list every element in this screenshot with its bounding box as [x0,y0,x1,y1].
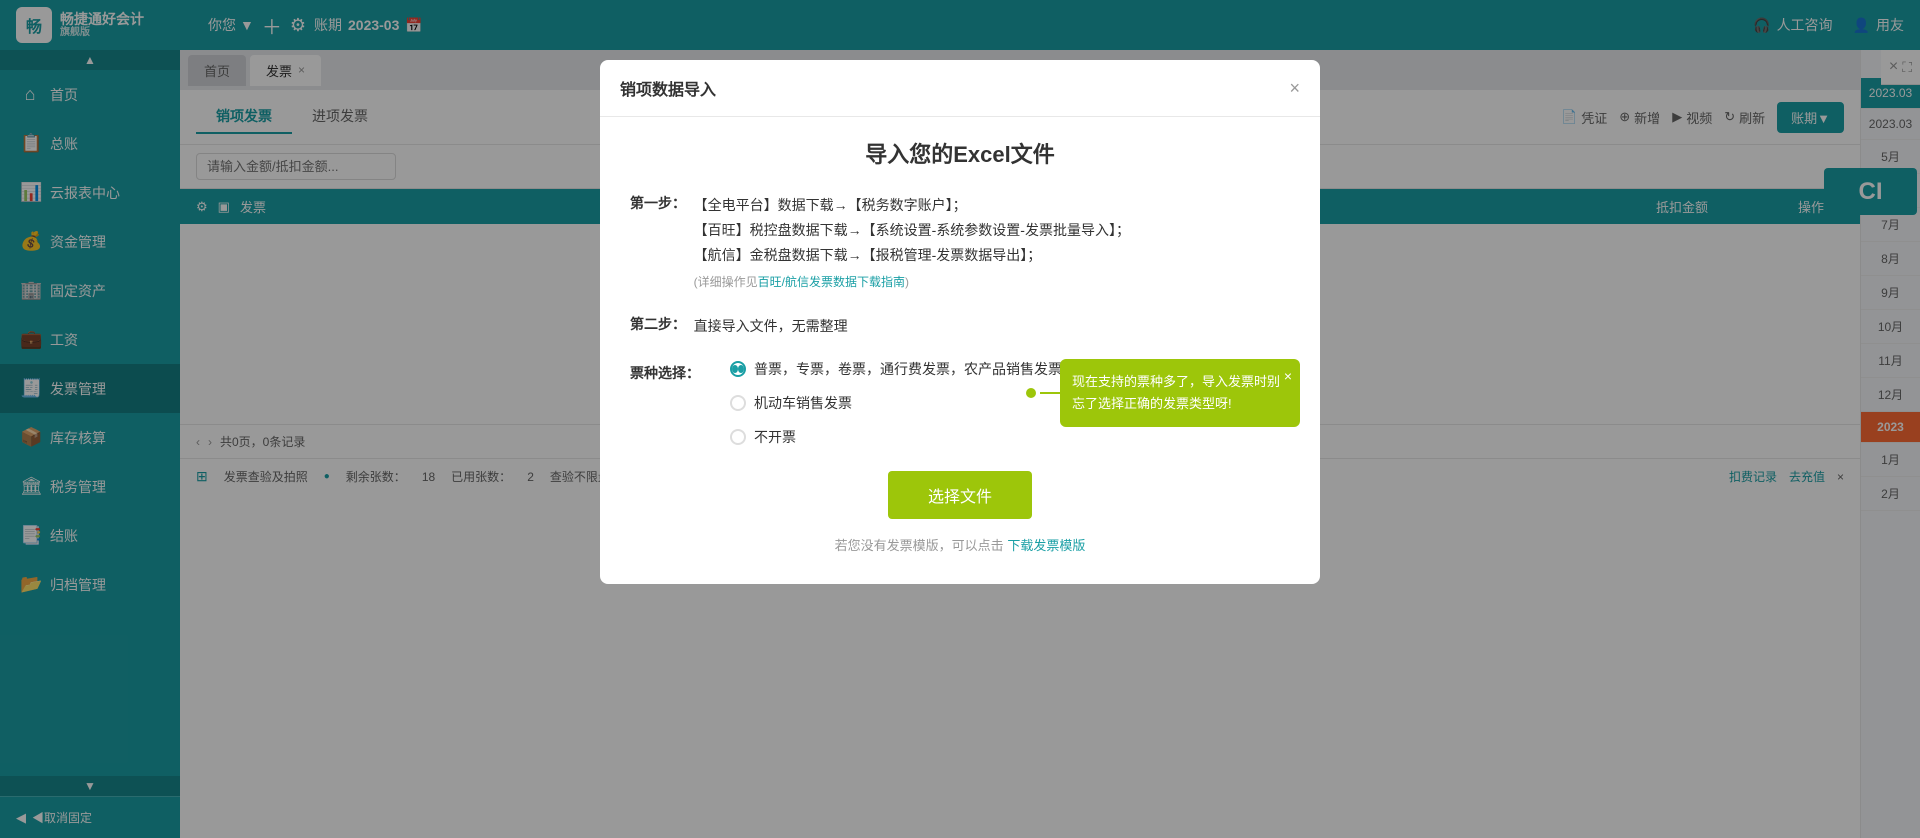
tooltip-container: 现在支持的票种多了，导入发票时别忘了选择正确的发票类型呀! × [1026,359,1300,427]
step1-note: (详细操作见百旺/航信发票数据下载指南) [694,275,909,289]
import-modal: 销项数据导入 × 导入您的Excel文件 第一步： 【全电平台】数据下载→【税务… [600,60,1320,584]
step1-label: 第一步： [630,193,690,213]
radio-vehicle-label: 机动车销售发票 [754,393,852,413]
modal-overlay: 销项数据导入 × 导入您的Excel文件 第一步： 【全电平台】数据下载→【税务… [0,0,1920,838]
radio-noticket-circle [730,429,746,445]
radio-vehicle-circle [730,395,746,411]
download-template-link[interactable]: 下载发票模版 [1007,538,1085,553]
modal-close-button[interactable]: × [1289,78,1300,99]
step2-section: 第二步： 直接导入文件，无需整理 [630,314,1290,339]
radio-normal-label: 普票，专票，卷票，通行费发票，农产品销售发票 [754,359,1062,379]
modal-main-title: 导入您的Excel文件 [630,137,1290,169]
modal-body: 导入您的Excel文件 第一步： 【全电平台】数据下载→【税务数字账户】； 【百… [600,117,1320,584]
modal-header: 销项数据导入 × [600,60,1320,117]
radio-normal[interactable]: 普票，专票，卷票，通行费发票，农产品销售发票 [730,359,1062,379]
radio-normal-circle [730,361,746,377]
tooltip-dot [1026,388,1036,398]
tooltip-close-button[interactable]: × [1284,365,1292,389]
guide-link[interactable]: 百旺/航信发票数据下载指南 [758,275,905,289]
radio-vehicle[interactable]: 机动车销售发票 [730,393,1062,413]
radio-noticket-label: 不开票 [754,427,796,447]
step1-content: 【全电平台】数据下载→【税务数字账户】； 【百旺】税控盘数据下载→【系统设置-系… [694,193,1130,294]
modal-title: 销项数据导入 [620,76,716,100]
step1-section: 第一步： 【全电平台】数据下载→【税务数字账户】； 【百旺】税控盘数据下载→【系… [630,193,1290,294]
tooltip-bubble: 现在支持的票种多了，导入发票时别忘了选择正确的发票类型呀! × [1060,359,1300,427]
step2-label: 第二步： [630,314,690,334]
step2-content: 直接导入文件，无需整理 [694,314,848,339]
ticket-label: 票种选择： [630,363,700,383]
modal-footer-note: 若您没有发票模版，可以点击 下载发票模版 [630,535,1290,554]
radio-noticket[interactable]: 不开票 [730,427,1062,447]
tooltip-text: 现在支持的票种多了，导入发票时别忘了选择正确的发票类型呀! [1072,374,1280,411]
select-file-button[interactable]: 选择文件 [888,471,1032,519]
tooltip-line [1040,392,1060,394]
radio-group: 普票，专票，卷票，通行费发票，农产品销售发票 机动车销售发票 不开票 [730,359,1062,447]
ticket-section: 票种选择： 普票，专票，卷票，通行费发票，农产品销售发票 机动车销售发票 [630,359,1290,447]
